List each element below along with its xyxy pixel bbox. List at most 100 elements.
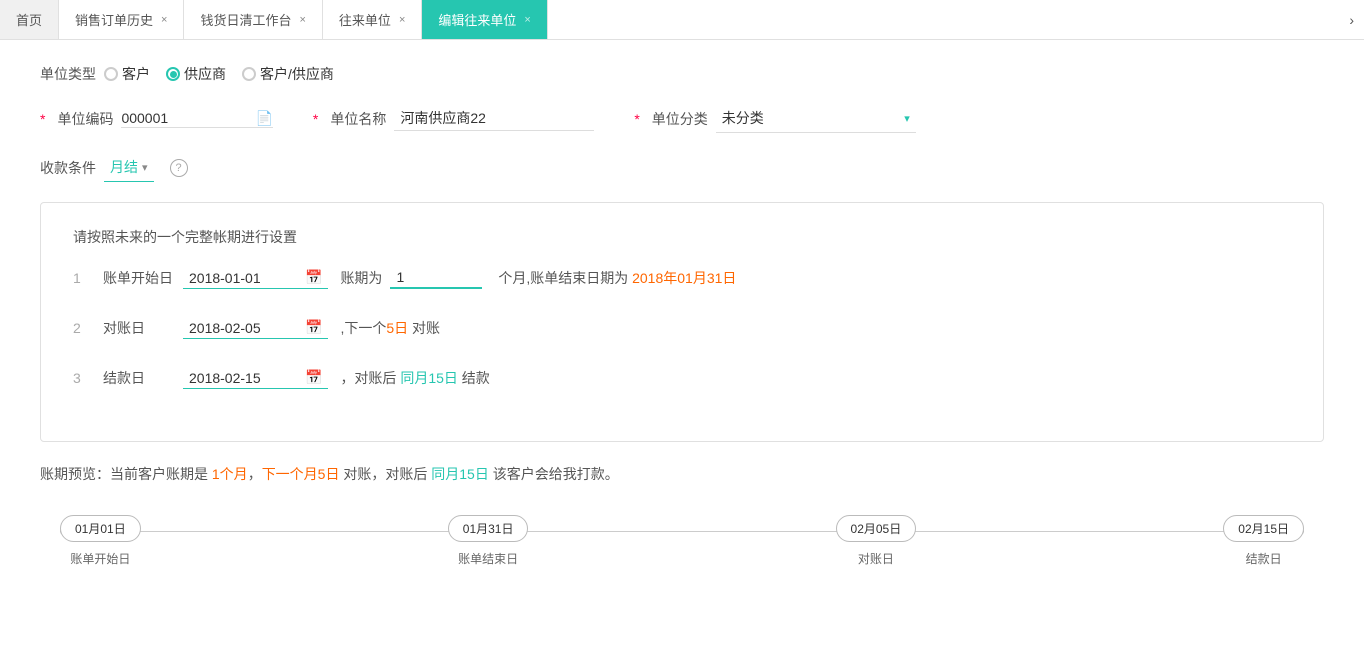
unit-type-radio-group: 客户 供应商 客户/供应商 xyxy=(104,64,334,84)
unit-code-label: 单位编码 xyxy=(57,109,113,129)
timeline-node-1: 01月01日 账单开始日 xyxy=(60,515,141,567)
account-start-row: 1 账单开始日 📅 账期为 个月,账单结束日期为 2018年01月31日 xyxy=(73,267,1291,289)
unit-info-row: * 单位编码 📄 * 单位名称 * 单位分类 未分类 ▾ xyxy=(40,104,1324,133)
timeline-node-2: 01月31日 账单结束日 xyxy=(448,515,529,567)
unit-category-label: 单位分类 xyxy=(652,109,708,129)
tab-partner-label: 往来单位 xyxy=(339,10,391,29)
timeline-node-3: 02月05日 对账日 xyxy=(836,515,917,567)
unit-code-required: * xyxy=(40,111,45,127)
unit-name-label: 单位名称 xyxy=(330,109,386,129)
tab-edit-partner-close[interactable]: × xyxy=(524,14,530,26)
unit-type-group: 单位类型 客户 供应商 客户/供应商 xyxy=(40,64,334,84)
unit-name-group: * 单位名称 xyxy=(313,106,594,131)
timeline-node-1-label: 账单开始日 xyxy=(70,550,130,567)
tab-cash-work[interactable]: 钱货日清工作台 × xyxy=(184,0,322,39)
row-num-1: 1 xyxy=(73,270,103,286)
settings-box: 请按照未来的一个完整帐期进行设置 1 账单开始日 📅 账期为 个月,账单结束日期… xyxy=(40,202,1324,442)
timeline-node-3-pill: 02月05日 xyxy=(836,515,917,542)
timeline-node-4: 02月15日 结款日 xyxy=(1223,515,1304,567)
reconciliation-desc: ,下一个5日 对账 xyxy=(340,318,440,338)
preview-reconcile-date: 下一个月5日 xyxy=(262,466,340,482)
radio-supplier[interactable]: 供应商 xyxy=(166,64,226,84)
tab-edit-partner[interactable]: 编辑往来单位 × xyxy=(422,0,547,39)
tab-partner[interactable]: 往来单位 × xyxy=(323,0,422,39)
radio-customer-label: 客户 xyxy=(122,64,150,84)
unit-category-required: * xyxy=(634,111,639,127)
payment-date-input[interactable]: 📅 xyxy=(183,367,328,389)
unit-category-group: * 单位分类 未分类 ▾ xyxy=(634,104,915,133)
row-label-3: 结款日 xyxy=(103,368,183,388)
unit-type-row: 单位类型 客户 供应商 客户/供应商 xyxy=(40,64,1324,84)
tab-sales-order-close[interactable]: × xyxy=(161,14,167,26)
unit-category-value: 未分类 xyxy=(722,108,900,128)
radio-supplier-label: 供应商 xyxy=(184,64,226,84)
row-num-2: 2 xyxy=(73,320,103,336)
radio-both[interactable]: 客户/供应商 xyxy=(242,64,334,84)
tab-home-label: 首页 xyxy=(16,10,42,29)
settings-title: 请按照未来的一个完整帐期进行设置 xyxy=(73,227,1291,247)
unit-category-arrow-icon: ▾ xyxy=(904,112,910,125)
timeline-node-4-pill: 02月15日 xyxy=(1223,515,1304,542)
payment-terms-select[interactable]: 月结 ▾ xyxy=(104,153,154,182)
reconciliation-calendar-icon[interactable]: 📅 xyxy=(305,319,322,336)
timeline-section: 01月01日 账单开始日 01月31日 账单结束日 02月05日 对账日 02月… xyxy=(40,515,1324,625)
unit-name-required: * xyxy=(313,111,318,127)
tab-sales-order[interactable]: 销售订单历史 × xyxy=(59,0,184,39)
timeline-node-2-pill: 01月31日 xyxy=(448,515,529,542)
unit-code-icon[interactable]: 📄 xyxy=(255,110,272,127)
payment-date-hl: 同月15日 xyxy=(400,370,458,386)
timeline-node-4-label: 结款日 xyxy=(1246,550,1282,567)
payment-calendar-icon[interactable]: 📅 xyxy=(305,369,322,386)
payment-date-field[interactable] xyxy=(189,370,299,386)
period-unit-text: 个月,账单结束日期为 2018年01月31日 xyxy=(494,268,736,288)
preview-payment-date: 同月15日 xyxy=(431,466,489,482)
unit-type-label: 单位类型 xyxy=(40,64,96,84)
reconciliation-date-field[interactable] xyxy=(189,320,299,336)
payment-terms-row: 收款条件 月结 ▾ ? xyxy=(40,153,1324,182)
unit-code-input[interactable] xyxy=(121,110,251,126)
unit-code-input-wrap: 📄 xyxy=(121,110,272,128)
tab-cash-work-label: 钱货日清工作台 xyxy=(200,10,291,29)
payment-date-row: 3 结款日 📅 ，对账后 同月15日 结款 xyxy=(73,367,1291,389)
account-start-calendar-icon[interactable]: 📅 xyxy=(305,269,322,286)
timeline-node-2-label: 账单结束日 xyxy=(458,550,518,567)
radio-customer-circle xyxy=(104,67,118,81)
tab-bar: 首页 销售订单历史 × 钱货日清工作台 × 往来单位 × 编辑往来单位 × › xyxy=(0,0,1364,40)
payment-terms-help-icon[interactable]: ? xyxy=(170,159,188,177)
radio-both-label: 客户/供应商 xyxy=(260,64,334,84)
tab-partner-close[interactable]: × xyxy=(399,14,405,26)
chevron-right-icon: › xyxy=(1349,12,1354,28)
payment-terms-value: 月结 xyxy=(110,157,138,177)
payment-terms-label: 收款条件 xyxy=(40,158,96,178)
row-label-1: 账单开始日 xyxy=(103,268,183,288)
row-num-3: 3 xyxy=(73,370,103,386)
tab-sales-order-label: 销售订单历史 xyxy=(75,10,153,29)
timeline-node-3-label: 对账日 xyxy=(858,550,894,567)
radio-supplier-inner xyxy=(170,71,177,78)
preview-period: 1个月 xyxy=(212,466,248,482)
tab-cash-work-close[interactable]: × xyxy=(299,14,305,26)
tab-more-button[interactable]: › xyxy=(1339,0,1364,39)
account-start-date-field[interactable] xyxy=(189,270,299,286)
unit-name-input[interactable] xyxy=(394,106,594,131)
preview-text: 账期预览：当前客户账期是 1个月，下一个月5日 对账，对账后 同月15日 该客户… xyxy=(40,462,1324,487)
period-value-input[interactable] xyxy=(396,269,476,285)
period-input-wrap[interactable] xyxy=(390,267,482,289)
tab-home[interactable]: 首页 xyxy=(0,0,59,39)
radio-both-circle xyxy=(242,67,256,81)
period-unit-label: 个月,账单结束日期为 xyxy=(498,270,628,286)
period-end-date: 2018年01月31日 xyxy=(632,270,736,286)
row-label-2: 对账日 xyxy=(103,318,183,338)
unit-code-group: * 单位编码 📄 xyxy=(40,109,273,129)
payment-date-desc: ，对账后 同月15日 结款 xyxy=(340,368,489,388)
account-start-date-input[interactable]: 📅 xyxy=(183,267,328,289)
timeline-node-1-pill: 01月01日 xyxy=(60,515,141,542)
payment-terms-group: 收款条件 月结 ▾ ? xyxy=(40,153,188,182)
radio-customer[interactable]: 客户 xyxy=(104,64,150,84)
timeline-nodes: 01月01日 账单开始日 01月31日 账单结束日 02月05日 对账日 02月… xyxy=(60,515,1304,567)
tab-edit-partner-label: 编辑往来单位 xyxy=(438,10,516,29)
reconciliation-date-input[interactable]: 📅 xyxy=(183,317,328,339)
main-content: 单位类型 客户 供应商 客户/供应商 xyxy=(0,40,1364,649)
reconciliation-row: 2 对账日 📅 ,下一个5日 对账 xyxy=(73,317,1291,339)
unit-category-dropdown[interactable]: 未分类 ▾ xyxy=(716,104,916,133)
